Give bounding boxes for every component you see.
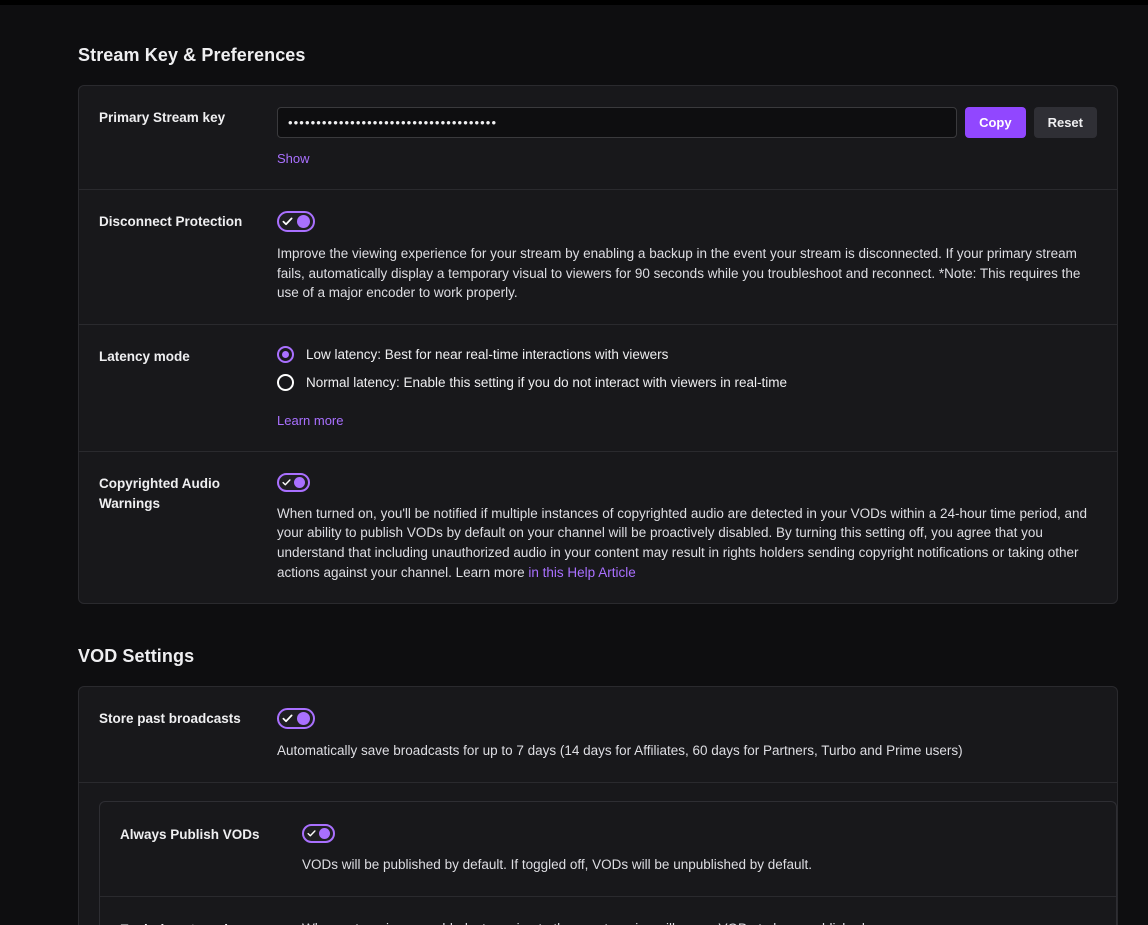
copyrighted-audio-label: Copyrighted Audio Warnings	[99, 473, 277, 582]
settings-page: Stream Key & Preferences Primary Stream …	[0, 45, 1148, 925]
copyrighted-audio-toggle-wrap	[277, 473, 1097, 492]
exclude-categories-body: When categories are added, streaming to …	[302, 919, 1096, 925]
radio-low-latency-label: Low latency: Best for near real-time int…	[306, 346, 668, 364]
check-icon	[282, 216, 293, 227]
toggle-knob	[297, 215, 310, 228]
store-past-broadcasts-body: Automatically save broadcasts for up to …	[277, 708, 1097, 761]
always-publish-vods-description: VODs will be published by default. If to…	[302, 855, 1096, 875]
vod-publish-subpanel: Always Publish VODs VODs will be publish…	[99, 801, 1117, 925]
disconnect-protection-toggle-wrap	[277, 211, 1097, 232]
row-copyrighted-audio-warnings: Copyrighted Audio Warnings When turned o…	[79, 452, 1117, 603]
latency-mode-label: Latency mode	[99, 346, 277, 430]
latency-mode-body: Low latency: Best for near real-time int…	[277, 346, 1097, 430]
disconnect-protection-label: Disconnect Protection	[99, 211, 277, 303]
vod-settings-section-title: VOD Settings	[78, 646, 1118, 667]
radio-option-normal-latency[interactable]: Normal latency: Enable this setting if y…	[277, 374, 1097, 392]
row-primary-stream-key: Primary Stream key •••••••••••••••••••••…	[79, 86, 1117, 190]
settings-content: Stream Key & Preferences Primary Stream …	[78, 45, 1118, 925]
always-publish-vods-body: VODs will be published by default. If to…	[302, 824, 1096, 875]
top-chrome-strip	[0, 0, 1148, 5]
copyrighted-audio-help-article-link[interactable]: in this Help Article	[528, 565, 635, 580]
check-icon	[307, 829, 316, 838]
check-icon	[282, 478, 291, 487]
stream-key-panel: Primary Stream key •••••••••••••••••••••…	[78, 85, 1118, 604]
toggle-knob	[294, 477, 305, 488]
copy-stream-key-button[interactable]: Copy	[965, 107, 1026, 138]
radio-option-low-latency[interactable]: Low latency: Best for near real-time int…	[277, 346, 1097, 364]
row-latency-mode: Latency mode Low latency: Best for near …	[79, 325, 1117, 452]
disconnect-protection-description: Improve the viewing experience for your …	[277, 244, 1097, 303]
exclude-categories-description: When categories are added, streaming to …	[302, 919, 1096, 925]
disconnect-protection-body: Improve the viewing experience for your …	[277, 211, 1097, 303]
row-exclude-categories: Exclude categories When categories are a…	[100, 897, 1116, 925]
radio-low-latency-icon[interactable]	[277, 346, 294, 363]
always-publish-vods-toggle[interactable]	[302, 824, 335, 843]
copyrighted-audio-toggle[interactable]	[277, 473, 310, 492]
vod-settings-panel: Store past broadcasts Automatically save…	[78, 686, 1118, 925]
latency-learn-more-link[interactable]: Learn more	[277, 413, 343, 428]
primary-stream-key-label: Primary Stream key	[99, 107, 277, 168]
primary-stream-key-body: ••••••••••••••••••••••••••••••••••••• Co…	[277, 107, 1097, 168]
row-always-publish-vods: Always Publish VODs VODs will be publish…	[100, 802, 1116, 898]
stream-key-control-line: ••••••••••••••••••••••••••••••••••••• Co…	[277, 107, 1097, 138]
store-past-broadcasts-toggle-wrap	[277, 708, 1097, 729]
copyrighted-audio-description: When turned on, you'll be notified if mu…	[277, 504, 1097, 582]
row-disconnect-protection: Disconnect Protection Improve the viewin…	[79, 190, 1117, 325]
check-icon	[282, 713, 293, 724]
always-publish-vods-toggle-wrap	[302, 824, 1096, 843]
exclude-categories-label: Exclude categories	[120, 919, 302, 925]
copyrighted-audio-description-text: When turned on, you'll be notified if mu…	[277, 506, 1087, 580]
store-past-broadcasts-label: Store past broadcasts	[99, 708, 277, 761]
store-past-broadcasts-description: Automatically save broadcasts for up to …	[277, 741, 1097, 761]
show-stream-key-link[interactable]: Show	[277, 151, 310, 166]
always-publish-vods-label: Always Publish VODs	[120, 824, 302, 875]
radio-normal-latency-label: Normal latency: Enable this setting if y…	[306, 374, 787, 392]
row-store-past-broadcasts: Store past broadcasts Automatically save…	[79, 687, 1117, 783]
stream-key-section-title: Stream Key & Preferences	[78, 45, 1118, 66]
store-past-broadcasts-toggle[interactable]	[277, 708, 315, 729]
copyrighted-audio-body: When turned on, you'll be notified if mu…	[277, 473, 1097, 582]
disconnect-protection-toggle[interactable]	[277, 211, 315, 232]
toggle-knob	[319, 828, 330, 839]
stream-key-input[interactable]: •••••••••••••••••••••••••••••••••••••	[277, 107, 957, 138]
reset-stream-key-button[interactable]: Reset	[1034, 107, 1097, 138]
radio-normal-latency-icon[interactable]	[277, 374, 294, 391]
toggle-knob	[297, 712, 310, 725]
